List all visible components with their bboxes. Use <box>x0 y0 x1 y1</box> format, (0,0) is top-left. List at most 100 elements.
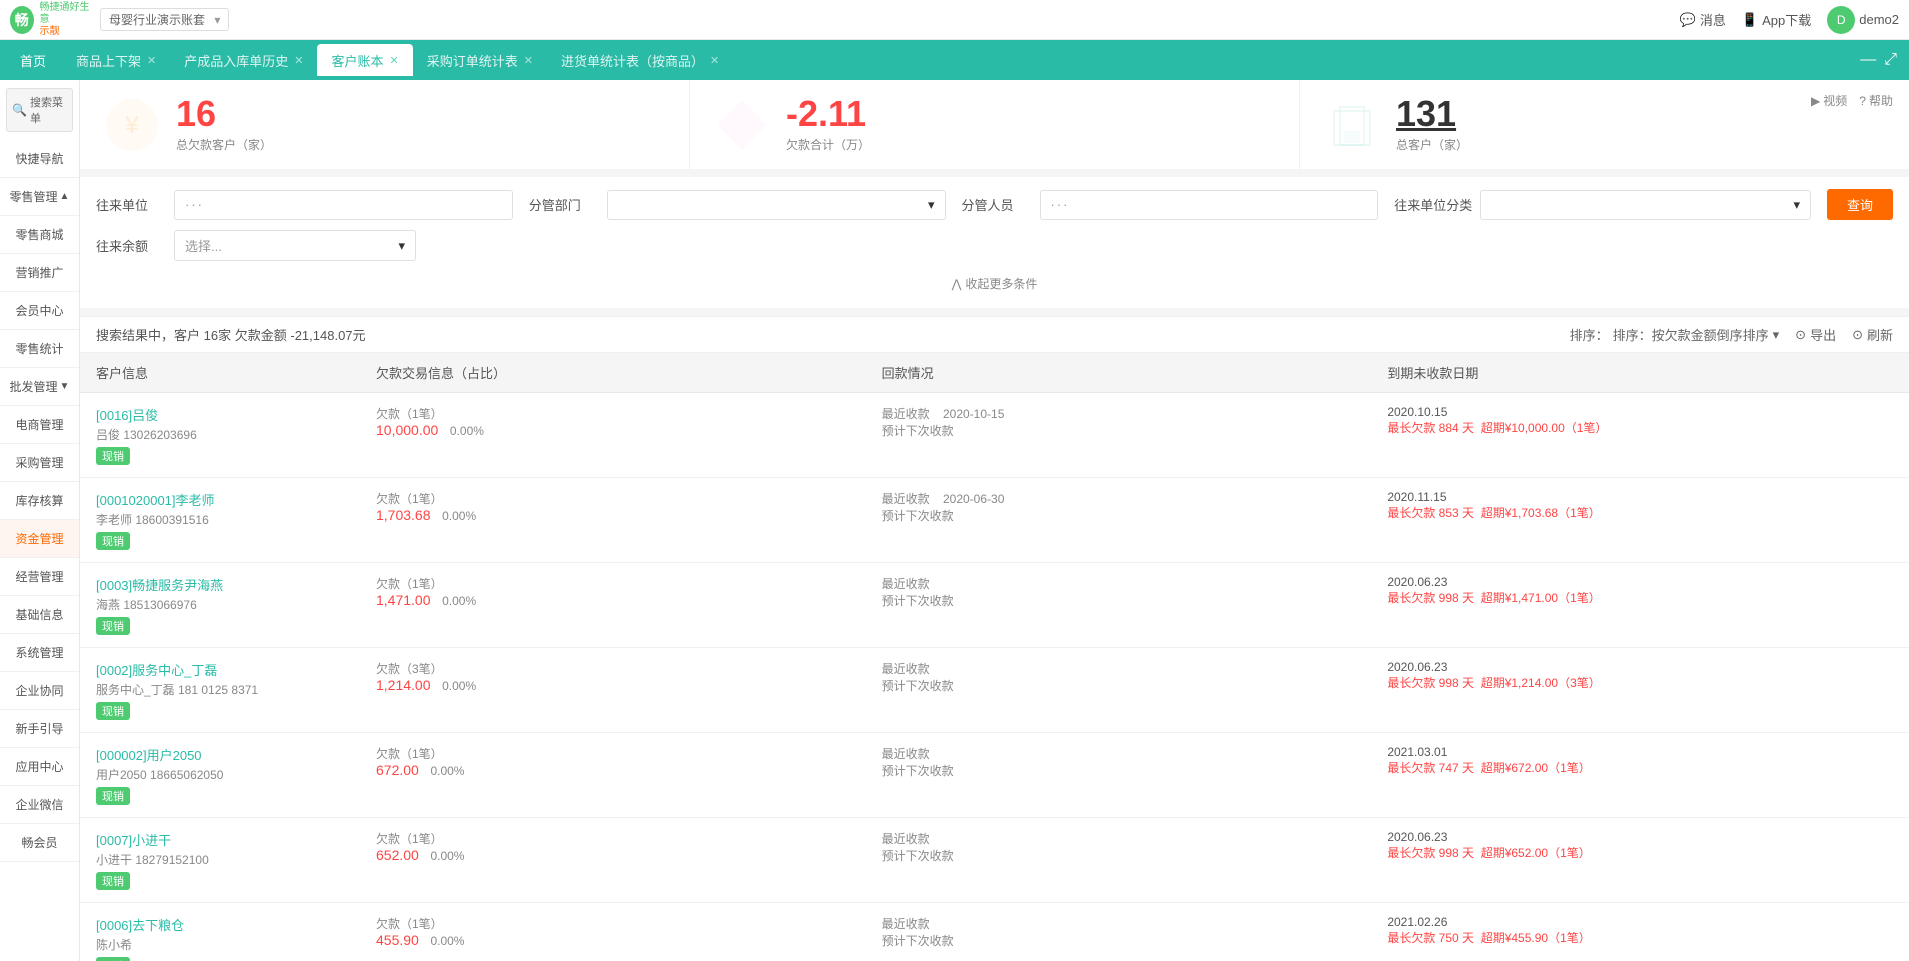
filter-select-unit-cat[interactable]: ▾ <box>1480 190 1811 220</box>
sidebar-item-enterprise[interactable]: 企业协同 <box>0 672 79 710</box>
sidebar-item-finance[interactable]: 资金管理 <box>0 520 79 558</box>
sort-select[interactable]: 排序： 排序：按欠款金额倒序排序 ▾ <box>1570 325 1780 344</box>
customer-name-link[interactable]: [0003]畅捷服务尹海燕 <box>96 578 223 593</box>
customer-phone: 用户2050 18665062050 <box>96 766 376 783</box>
customer-name-link[interactable]: [0001020001]李老师 <box>96 493 215 508</box>
filter-area: 往来单位 ··· 分管部门 ▾ 分管人员 ··· <box>80 177 1909 308</box>
filter-label-dept: 分管部门 <box>529 195 599 214</box>
overdue-detail-link[interactable]: 超期¥1,703.68（1笔） <box>1481 506 1601 520</box>
tab-production-history[interactable]: 产成品入库单历史 ✕ <box>170 44 317 76</box>
overdue-detail-link[interactable]: 超期¥652.00（1笔） <box>1481 846 1591 860</box>
overdue-detail-link[interactable]: 超期¥1,214.00（3笔） <box>1481 676 1601 690</box>
system-name[interactable]: 母婴行业演示账套 ▾ <box>100 8 229 31</box>
video-btn[interactable]: ▶ 视频 <box>1811 92 1847 109</box>
customer-info-cell: [0003]畅捷服务尹海燕 海燕 18513066976 现销 <box>96 575 376 635</box>
customer-count: 16家 <box>204 328 231 343</box>
overdue-detail-link[interactable]: 超期¥672.00（1笔） <box>1481 761 1591 775</box>
sidebar-item-quick-nav[interactable]: 快捷导航 <box>0 140 79 178</box>
debt-info-cell: 欠款（1笔） 10,000.00 0.00% <box>376 405 882 438</box>
tab-close-icon[interactable]: ✕ <box>294 54 303 67</box>
customer-phone: 服务中心_丁磊 181 0125 8371 <box>96 681 376 698</box>
customer-phone: 海燕 18513066976 <box>96 596 376 613</box>
top-right-actions: 💬 消息 📱 App下载 D demo2 <box>1680 6 1899 34</box>
customer-name-link[interactable]: [0016]吕俊 <box>96 408 158 423</box>
sidebar-item-purchase-mgmt[interactable]: 采购管理 <box>0 444 79 482</box>
customer-name-link[interactable]: [0006]去下粮仓 <box>96 918 184 933</box>
customer-name-link[interactable]: [0007]小进干 <box>96 833 171 848</box>
minimize-btn[interactable]: — <box>1860 51 1876 69</box>
stat-number-amount: -2.11 <box>786 96 1275 132</box>
stat-label-amount: 欠款合计（万） <box>786 136 1275 153</box>
tab-close-icon[interactable]: ✕ <box>524 54 533 67</box>
stat-info-debtors: 16 总欠款客户（家） <box>176 96 665 153</box>
sidebar-item-marketing[interactable]: 营销推广 <box>0 254 79 292</box>
sidebar-item-wholesale-mgmt[interactable]: 批发管理 ▼ <box>0 368 79 406</box>
table-row: [0001020001]李老师 李老师 18600391516 现销 欠款（1笔… <box>80 478 1909 563</box>
tab-purchase-stats[interactable]: 采购订单统计表 ✕ <box>413 44 547 76</box>
collapse-filter-btn[interactable]: ⋀ 收起更多条件 <box>96 271 1893 296</box>
due-date-cell: 2020.10.15 最长欠款 884 天 超期¥10,000.00（1笔） <box>1387 405 1893 436</box>
customer-badge: 现销 <box>96 787 130 805</box>
refresh-icon: ⊙ <box>1852 327 1863 343</box>
table-row: [0003]畅捷服务尹海燕 海燕 18513066976 现销 欠款（1笔） 1… <box>80 563 1909 648</box>
sidebar-item-member-vip[interactable]: 畅会员 <box>0 824 79 862</box>
debt-info-cell: 欠款（1笔） 652.00 0.00% <box>376 830 882 863</box>
building-icon <box>1324 97 1380 153</box>
customer-name-link[interactable]: [0002]服务中心_丁磊 <box>96 663 217 678</box>
tab-close-icon[interactable]: ✕ <box>390 54 399 67</box>
logo-text: 畅捷通好生意 示靓 <box>40 2 90 38</box>
sidebar-item-retail-mgmt[interactable]: 零售管理 ▲ <box>0 178 79 216</box>
search-button[interactable]: 查询 <box>1827 189 1893 220</box>
chevron-down-icon: ▾ <box>398 238 405 254</box>
app-download-btn[interactable]: 📱 App下载 <box>1742 10 1811 29</box>
customer-info-cell: [0006]去下粮仓 陈小希 现销 <box>96 915 376 961</box>
sidebar-item-retail-stats[interactable]: 零售统计 <box>0 330 79 368</box>
filter-source-unit: 往来单位 ··· <box>96 190 513 220</box>
customer-badge: 现销 <box>96 617 130 635</box>
refresh-btn[interactable]: ⊙ 刷新 <box>1852 325 1893 344</box>
sidebar-item-app-center[interactable]: 应用中心 <box>0 748 79 786</box>
sidebar-item-enterprise-wechat[interactable]: 企业微信 <box>0 786 79 824</box>
sidebar-item-member-center[interactable]: 会员中心 <box>0 292 79 330</box>
logo: 畅 畅捷通好生意 示靓 <box>10 2 90 38</box>
maximize-btn[interactable]: ⤢ <box>1884 51 1897 69</box>
tab-close-icon[interactable]: ✕ <box>147 54 156 67</box>
top-bar: 畅 畅捷通好生意 示靓 母婴行业演示账套 ▾ 💬 消息 📱 App下载 D de… <box>0 0 1909 40</box>
sidebar-item-retail-mall[interactable]: 零售商城 <box>0 216 79 254</box>
overdue-detail-link[interactable]: 超期¥455.90（1笔） <box>1481 931 1591 945</box>
overdue-detail-link[interactable]: 超期¥1,471.00（1笔） <box>1481 591 1601 605</box>
stats-bar: ¥ 16 总欠款客户（家） -2.11 欠款合计（万） <box>80 80 1909 169</box>
svg-text:¥: ¥ <box>124 112 139 139</box>
sidebar-item-inventory[interactable]: 库存核算 <box>0 482 79 520</box>
filter-select-balance[interactable]: 选择... ▾ <box>174 230 416 261</box>
sidebar-item-system[interactable]: 系统管理 <box>0 634 79 672</box>
user-avatar[interactable]: D demo2 <box>1827 6 1899 34</box>
filter-input-source[interactable]: ··· <box>174 190 513 220</box>
search-menu-btn[interactable]: 🔍 搜索菜单 <box>6 88 73 132</box>
tab-purchase-product-stats[interactable]: 进货单统计表（按商品） ✕ <box>547 44 733 76</box>
customer-name-link[interactable]: [000002]用户2050 <box>96 748 202 763</box>
customer-info-cell: [0002]服务中心_丁磊 服务中心_丁磊 181 0125 8371 现销 <box>96 660 376 720</box>
tab-product-listing[interactable]: 商品上下架 ✕ <box>62 44 170 76</box>
help-btn[interactable]: ? 帮助 <box>1859 92 1893 109</box>
filter-manager: 分管人员 ··· <box>962 190 1379 220</box>
filter-input-manager[interactable]: ··· <box>1040 190 1379 220</box>
table-row: [0016]吕俊 吕俊 13026203696 现销 欠款（1笔） 10,000… <box>80 393 1909 478</box>
debt-info-cell: 欠款（1笔） 455.90 0.00% <box>376 915 882 948</box>
recovery-cell: 最近收款 2020-06-30 预计下次收款 <box>882 490 1388 524</box>
overdue-detail-link[interactable]: 超期¥10,000.00（1笔） <box>1481 421 1608 435</box>
tab-home[interactable]: 首页 <box>4 44 62 76</box>
sidebar-item-ecommerce[interactable]: 电商管理 <box>0 406 79 444</box>
tab-close-icon[interactable]: ✕ <box>710 54 719 67</box>
filter-select-dept[interactable]: ▾ <box>607 190 946 220</box>
table-row: [0006]去下粮仓 陈小希 现销 欠款（1笔） 455.90 0.00% 最近… <box>80 903 1909 961</box>
message-btn[interactable]: 💬 消息 <box>1680 10 1726 29</box>
sidebar-item-newbie[interactable]: 新手引导 <box>0 710 79 748</box>
customer-info-cell: [0007]小进干 小进干 18279152100 现销 <box>96 830 376 890</box>
content-area: ¥ 16 总欠款客户（家） -2.11 欠款合计（万） <box>80 80 1909 961</box>
sidebar-item-operations[interactable]: 经营管理 <box>0 558 79 596</box>
tab-customer-account[interactable]: 客户账本 ✕ <box>317 44 412 76</box>
sidebar: 🔍 搜索菜单 快捷导航 零售管理 ▲ 零售商城 营销推广 会员中心 零售统计 批… <box>0 80 80 961</box>
sidebar-item-basic-info[interactable]: 基础信息 <box>0 596 79 634</box>
export-btn[interactable]: ⊙ 导出 <box>1795 325 1836 344</box>
